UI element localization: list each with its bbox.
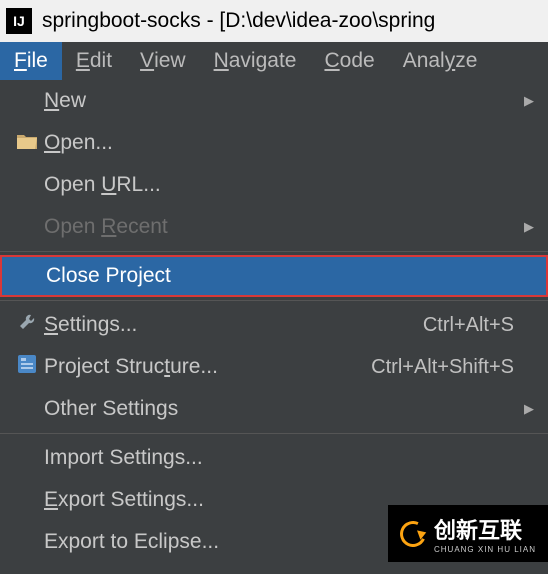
menu-item-shortcut: Ctrl+Alt+S [423, 314, 514, 337]
menu-item-import-settings[interactable]: Import Settings... [0, 437, 548, 479]
menu-item-label: Other Settings [44, 397, 514, 421]
submenu-arrow-icon: ▶ [514, 401, 534, 417]
folder-icon [17, 131, 37, 155]
menu-item-label: Settings... [44, 313, 423, 337]
menu-item-label: Close Project [46, 264, 512, 288]
menu-item-label: New [44, 89, 514, 113]
menu-edit[interactable]: Edit [62, 42, 126, 80]
submenu-arrow-icon: ▶ [514, 219, 534, 235]
menu-item-close-project[interactable]: Close Project [0, 255, 548, 297]
menu-item-open-recent: Open Recent▶ [0, 206, 548, 248]
watermark-text: 创新互联 [434, 518, 522, 543]
menu-separator [0, 300, 548, 301]
menu-item-other-settings[interactable]: Other Settings▶ [0, 388, 548, 430]
menubar: FileEditViewNavigateCodeAnalyze [0, 42, 548, 80]
menu-item-settings[interactable]: Settings...Ctrl+Alt+S [0, 304, 548, 346]
menu-view[interactable]: View [126, 42, 200, 80]
menu-item-label: Open URL... [44, 173, 514, 197]
menu-item-label: Project Structure... [44, 355, 371, 379]
titlebar: IJ springboot-socks - [D:\dev\idea-zoo\s… [0, 0, 548, 42]
watermark-logo-icon [396, 517, 429, 550]
wrench-icon [17, 312, 37, 338]
menu-item-label: Open... [44, 131, 514, 155]
menu-navigate[interactable]: Navigate [200, 42, 311, 80]
file-menu-dropdown: New▶Open...Open URL...Open Recent▶Close … [0, 80, 548, 563]
intellij-logo-icon: IJ [6, 8, 32, 34]
menu-analyze[interactable]: Analyze [389, 42, 492, 80]
menu-item-project-structure[interactable]: Project Structure...Ctrl+Alt+Shift+S [0, 346, 548, 388]
menu-separator [0, 433, 548, 434]
menu-item-open[interactable]: Open... [0, 122, 548, 164]
menu-separator [0, 251, 548, 252]
submenu-arrow-icon: ▶ [514, 93, 534, 109]
watermark-subtext: CHUANG XIN HU LIAN [434, 545, 536, 554]
menu-item-label: Import Settings... [44, 446, 514, 470]
menu-item-label: Open Recent [44, 215, 514, 239]
menu-item-shortcut: Ctrl+Alt+Shift+S [371, 356, 514, 379]
structure-icon [18, 355, 36, 379]
window-title: springboot-socks - [D:\dev\idea-zoo\spri… [42, 9, 435, 33]
menu-file[interactable]: File [0, 42, 62, 80]
menu-code[interactable]: Code [310, 42, 388, 80]
menu-item-new[interactable]: New▶ [0, 80, 548, 122]
menu-item-open-url[interactable]: Open URL... [0, 164, 548, 206]
watermark: 创新互联 CHUANG XIN HU LIAN [388, 505, 548, 562]
